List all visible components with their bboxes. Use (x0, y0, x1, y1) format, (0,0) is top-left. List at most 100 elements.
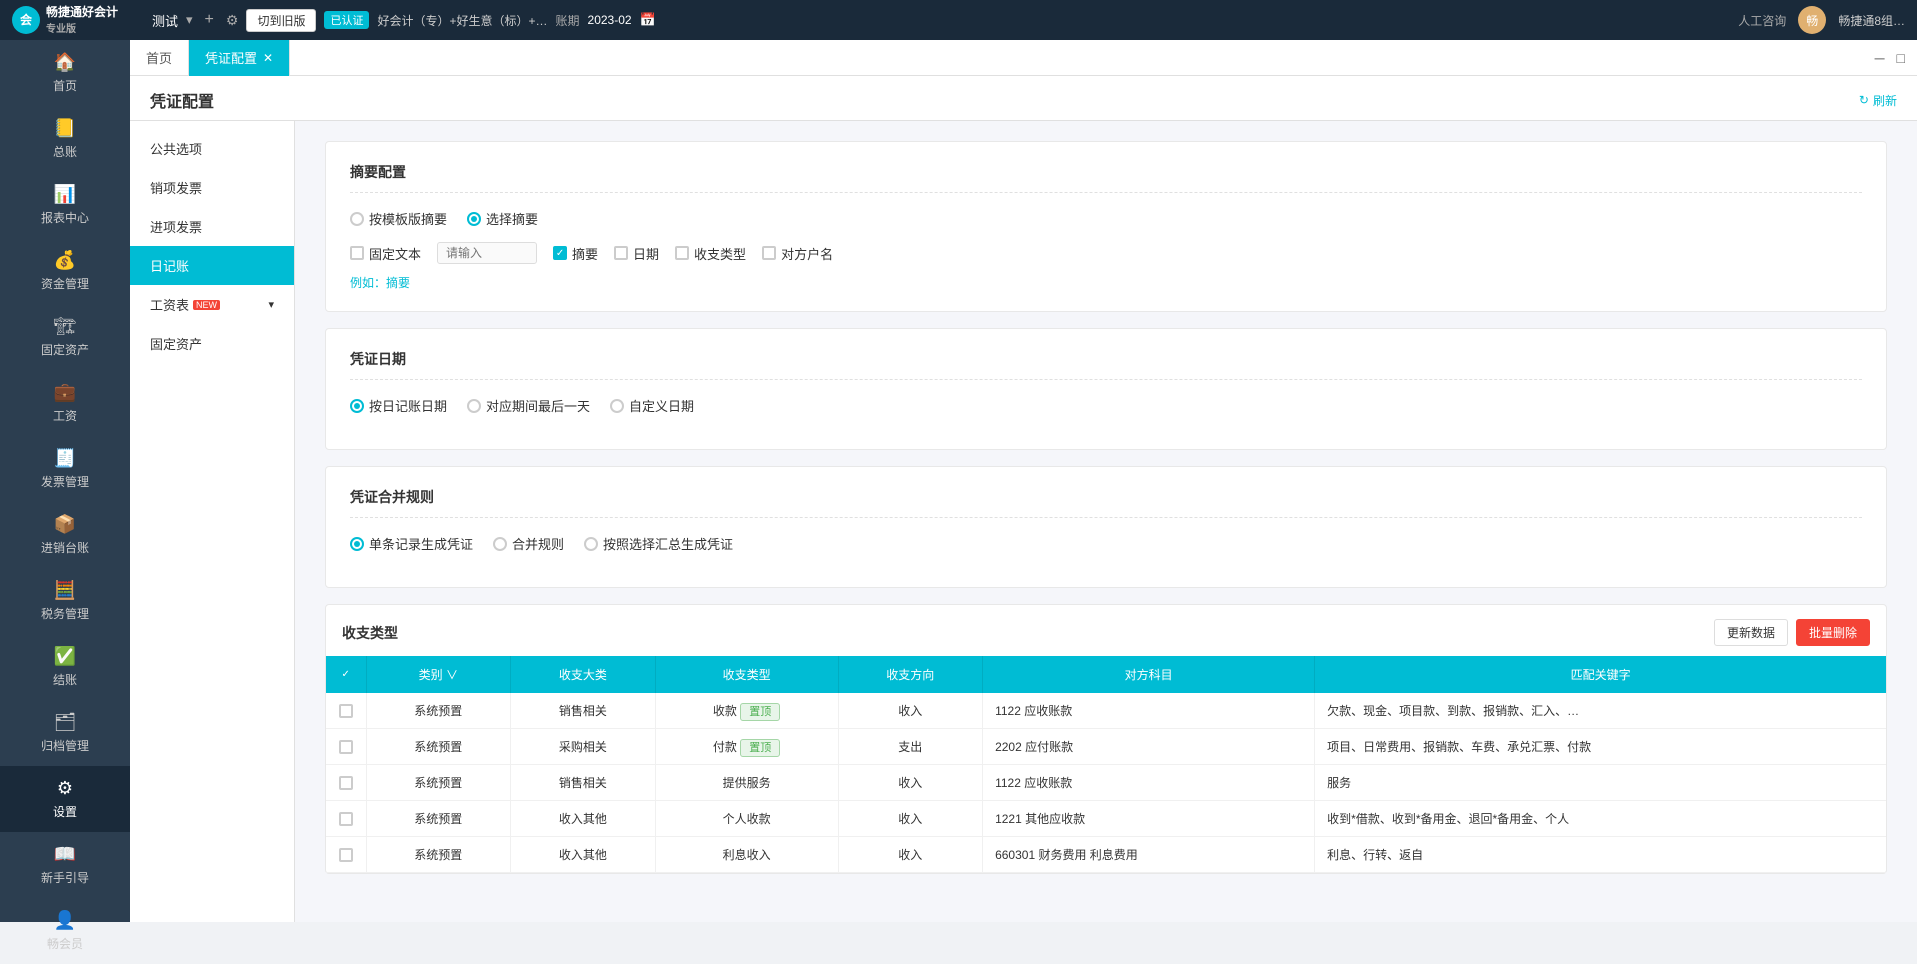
income-table: ✓ 类别 ∨ 收支大类 收支类型 收支方向 对方科目 匹配关键字 (326, 656, 1886, 873)
summary-radio-group: 按模板版摘要 选择摘要 (350, 209, 1862, 228)
sidebar: 🏠 首页 📒 总账 📊 报表中心 💰 资金管理 🏗 固定资产 💼 工资 🧾 发票… (0, 40, 130, 922)
merge-radio-summary[interactable]: 按照选择汇总生成凭证 (584, 534, 733, 553)
left-nav-salary-table[interactable]: 工资表 NEW ▾ (130, 285, 294, 324)
td-major-type-4: 收入其他 (511, 801, 656, 837)
td-checkbox-4[interactable] (326, 801, 366, 837)
logo-text: 畅捷通好会计 (46, 5, 118, 19)
merge-radio-single[interactable]: 单条记录生成凭证 (350, 534, 473, 553)
sidebar-item-invoices[interactable]: 🧾 发票管理 (0, 436, 130, 502)
td-category-5: 系统预置 (366, 837, 511, 873)
td-checkbox-3[interactable] (326, 765, 366, 801)
td-account-5: 660301 财务费用 利息费用 (983, 837, 1315, 873)
checkbox-counterpart-label: 对方户名 (781, 244, 833, 263)
sidebar-label-reports: 报表中心 (41, 209, 89, 226)
settle-icon: ✅ (54, 646, 76, 667)
switch-version-button[interactable]: 切到旧版 (246, 9, 316, 32)
summary-radio-select[interactable]: 选择摘要 (467, 209, 538, 228)
td-income-type-2: 付款 置顶 (655, 729, 838, 765)
radio-period-last-label: 对应期间最后一天 (486, 396, 590, 415)
td-checkbox-2[interactable] (326, 729, 366, 765)
income-section: 收支类型 更新数据 批量删除 ✓ 类别 ∨ (325, 604, 1887, 874)
sidebar-item-home[interactable]: 🏠 首页 (0, 40, 130, 106)
sidebar-item-reports[interactable]: 📊 报表中心 (0, 172, 130, 238)
header-middle: 测试 ▾ + ⚙ 切到旧版 已认证 好会计（专）+好生意（标）+… 账期 202… (152, 9, 1728, 32)
purchase-icon: 📦 (54, 514, 76, 535)
maximize-button[interactable]: □ (1893, 48, 1909, 68)
tab-close-icon[interactable]: ✕ (263, 51, 273, 65)
settings-icon[interactable]: ⚙ (226, 12, 239, 29)
tag-reset-2[interactable]: 置顶 (740, 739, 780, 757)
merge-radio-rule[interactable]: 合并规则 (493, 534, 564, 553)
summary-section-title: 摘要配置 (350, 162, 1862, 193)
select-all-checkbox[interactable]: ✓ (339, 668, 353, 682)
date-radio-period-last[interactable]: 对应期间最后一天 (467, 396, 590, 415)
checkbox-fixed-text[interactable]: 固定文本 (350, 244, 421, 263)
sidebar-item-settle[interactable]: ✅ 结账 (0, 634, 130, 700)
tag-reset-1[interactable]: 置顶 (740, 703, 780, 721)
extra-tags: 好会计（专）+好生意（标）+… (377, 12, 547, 29)
left-nav: 公共选项 销项发票 进项发票 日记账 工资表 NEW ▾ 固定资产 (130, 121, 295, 922)
left-nav-public[interactable]: 公共选项 (130, 129, 294, 168)
add-button[interactable]: + (201, 9, 218, 31)
update-data-button[interactable]: 更新数据 (1714, 619, 1788, 646)
sidebar-item-funds[interactable]: 💰 资金管理 (0, 238, 130, 304)
tab-home[interactable]: 首页 (130, 40, 189, 76)
checkbox-summary-label: 摘要 (572, 244, 598, 263)
radio-journal-circle (350, 399, 364, 413)
batch-delete-button[interactable]: 批量删除 (1796, 619, 1870, 646)
sidebar-label-settings: 设置 (53, 803, 77, 820)
support-link[interactable]: 人工咨询 (1738, 12, 1786, 29)
left-nav-journal[interactable]: 日记账 (130, 246, 294, 285)
sidebar-item-purchase[interactable]: 📦 进销台账 (0, 502, 130, 568)
logo-sub: 专业版 (46, 20, 118, 35)
left-nav-fixed-assets[interactable]: 固定资产 (130, 324, 294, 363)
sidebar-label-purchase: 进销台账 (41, 539, 89, 556)
summary-checkbox-row: 固定文本 ✓ 摘要 日期 收支类型 (350, 242, 1862, 264)
tax-icon: 🧮 (54, 580, 76, 601)
checkbox-income-type[interactable]: 收支类型 (675, 244, 746, 263)
logo-icon: 会 (12, 6, 40, 34)
refresh-button[interactable]: ↻ 刷新 (1859, 92, 1897, 109)
checkbox-summary[interactable]: ✓ 摘要 (553, 244, 598, 263)
row-checkbox-2[interactable] (339, 740, 353, 754)
ledger-icon: 📒 (54, 118, 76, 139)
row-checkbox-1[interactable] (339, 704, 353, 718)
td-checkbox-1[interactable] (326, 693, 366, 729)
sidebar-item-ledger[interactable]: 📒 总账 (0, 106, 130, 172)
sidebar-item-tax[interactable]: 🧮 税务管理 (0, 568, 130, 634)
td-keywords-4: 收到*借款、收到*备用金、退回*备用金、个人 (1315, 801, 1886, 837)
sidebar-item-guide[interactable]: 📖 新手引导 (0, 832, 130, 898)
checkbox-counterpart[interactable]: 对方户名 (762, 244, 833, 263)
sidebar-item-archive[interactable]: 🗂 归档管理 (0, 700, 130, 766)
left-nav-label-journal: 日记账 (150, 256, 189, 275)
minimize-button[interactable]: ─ (1871, 48, 1889, 68)
td-account-2: 2202 应付账款 (983, 729, 1315, 765)
td-major-type-5: 收入其他 (511, 837, 656, 873)
content-area: 首页 凭证配置 ✕ ─ □ 凭证配置 ↻ 刷新 公共选项 (130, 40, 1917, 922)
radio-select-circle (467, 212, 481, 226)
row-checkbox-4[interactable] (339, 812, 353, 826)
fixed-text-input[interactable] (437, 242, 537, 264)
th-checkbox[interactable]: ✓ (326, 656, 366, 693)
sidebar-item-settings[interactable]: ⚙ 设置 (0, 766, 130, 832)
sidebar-item-member[interactable]: 👤 畅会员 (0, 898, 130, 964)
table-action-btns: 更新数据 批量删除 (1714, 619, 1870, 646)
dropdown-icon[interactable]: ▾ (186, 12, 193, 28)
left-nav-purchase-invoice[interactable]: 进项发票 (130, 207, 294, 246)
member-icon: 👤 (54, 910, 76, 931)
sidebar-item-assets[interactable]: 🏗 固定资产 (0, 304, 130, 370)
td-checkbox-5[interactable] (326, 837, 366, 873)
left-nav-sales[interactable]: 销项发票 (130, 168, 294, 207)
new-badge: NEW (193, 300, 220, 310)
sidebar-item-salary[interactable]: 💼 工资 (0, 370, 130, 436)
checkbox-date[interactable]: 日期 (614, 244, 659, 263)
row-checkbox-3[interactable] (339, 776, 353, 790)
archive-icon: 🗂 (54, 712, 77, 733)
row-checkbox-5[interactable] (339, 848, 353, 862)
summary-radio-template[interactable]: 按模板版摘要 (350, 209, 447, 228)
tab-voucher-config[interactable]: 凭证配置 ✕ (189, 40, 290, 76)
page-title: 凭证配置 (150, 88, 214, 112)
calendar-icon[interactable]: 📅 (640, 12, 656, 28)
date-radio-journal[interactable]: 按日记账日期 (350, 396, 447, 415)
date-radio-custom[interactable]: 自定义日期 (610, 396, 694, 415)
